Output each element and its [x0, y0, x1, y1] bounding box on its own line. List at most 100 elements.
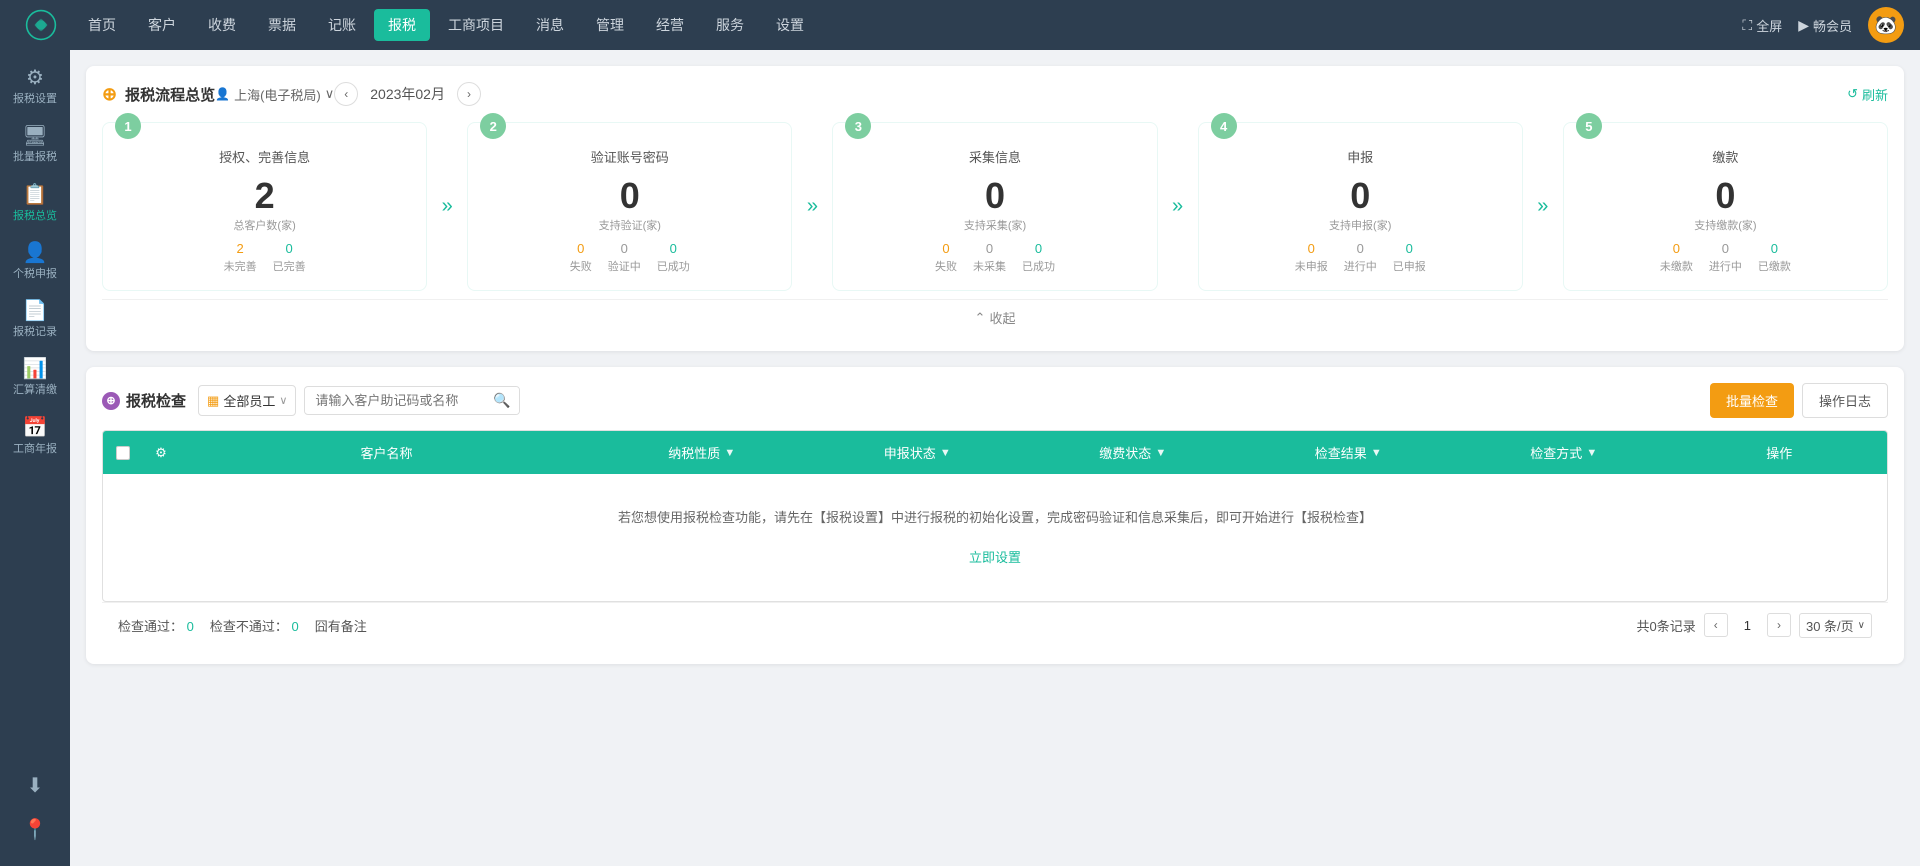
th-check-method[interactable]: 检查方式 ▼ — [1456, 431, 1672, 474]
sidebar-location[interactable]: 📍 — [0, 810, 70, 850]
refresh-btn[interactable]: ↺ 刷新 — [1847, 85, 1888, 104]
batch-check-btn[interactable]: 批量检查 — [1710, 383, 1794, 418]
th-pay-status-label: 缴费状态 — [1099, 443, 1151, 462]
play-icon: ▶ — [1798, 17, 1809, 34]
step-4-declared-label: 已申报 — [1393, 258, 1426, 274]
step-2-pending-num: 0 — [621, 241, 628, 256]
step-declare: 4 申报 0 支持申报(家) 0 未申报 0 进行中 — [1198, 122, 1523, 291]
nav-item-tax[interactable]: 报税 — [374, 9, 430, 41]
operation-log-btn[interactable]: 操作日志 — [1802, 383, 1888, 418]
fullscreen-icon: ⛶ — [1742, 17, 1752, 34]
tax-settings-icon: ⚙ — [26, 68, 44, 88]
sidebar-item-tax-settings[interactable]: ⚙ 报税设置 — [0, 58, 70, 116]
th-declare-filter-icon: ▼ — [940, 447, 951, 459]
total-records: 共0条记录 — [1637, 616, 1696, 635]
nav-item-operation[interactable]: 经营 — [642, 9, 698, 41]
nav-item-service[interactable]: 服务 — [702, 9, 758, 41]
location-tag[interactable]: 👤 上海(电子税局) ∨ — [215, 85, 334, 104]
refresh-icon: ↺ — [1847, 86, 1858, 102]
filter-group: ▦ 全部员工 ∨ 🔍 — [198, 385, 1698, 416]
tax-check-title-icon: ⊕ — [102, 392, 120, 410]
nav-item-home[interactable]: 首页 — [74, 9, 130, 41]
section-header: ⊕ 报税检查 ▦ 全部员工 ∨ 🔍 批量检查 操作日志 — [102, 383, 1888, 418]
step-5-title: 缴款 — [1580, 147, 1871, 166]
prev-month-btn[interactable]: ‹ — [334, 82, 358, 106]
step-2-number: 2 — [480, 113, 506, 139]
sidebar-item-personal-tax[interactable]: 👤 个税申报 — [0, 233, 70, 291]
step-3-pending-label: 未采集 — [973, 258, 1006, 274]
staff-filter-icon: ▦ — [207, 393, 219, 409]
th-check-method-label: 检查方式 — [1530, 443, 1582, 462]
step-collect: 3 采集信息 0 支持采集(家) 0 失败 0 未采集 — [832, 122, 1157, 291]
step-pay: 5 缴款 0 支持缴款(家) 0 未缴款 0 进行中 — [1563, 122, 1888, 291]
sidebar-item-tax-record[interactable]: 📄 报税记录 — [0, 291, 70, 349]
collapse-btn[interactable]: ⌃ 收起 — [102, 299, 1888, 335]
step-3-stats: 0 失败 0 未采集 0 已成功 — [849, 241, 1140, 274]
step-5-unpaid-num: 0 — [1673, 241, 1680, 256]
download-icon: ⬇ — [27, 776, 44, 796]
mascot-avatar[interactable]: 🐼 — [1868, 7, 1904, 43]
nav-item-accounting[interactable]: 记账 — [314, 9, 370, 41]
sidebar-label-tax-settings: 报税设置 — [13, 92, 57, 106]
step-4-pending-label: 进行中 — [1344, 258, 1377, 274]
step-2-stats: 0 失败 0 验证中 0 已成功 — [484, 241, 775, 274]
next-page-btn[interactable]: › — [1767, 613, 1791, 637]
per-page-select[interactable]: 30 条/页 ∨ — [1799, 613, 1872, 638]
th-declare-status[interactable]: 申报状态 ▼ — [810, 431, 1026, 474]
staff-filter[interactable]: ▦ 全部员工 ∨ — [198, 385, 296, 416]
check-pass-label: 检查通过： 0 — [118, 616, 194, 635]
process-title: ⊕ 报税流程总览 — [102, 84, 215, 105]
th-tax-nature-label: 纳税性质 — [668, 443, 720, 462]
nav-item-settings[interactable]: 设置 — [762, 9, 818, 41]
th-tax-nature[interactable]: 纳税性质 ▼ — [594, 431, 810, 474]
step-4-stat-pending: 0 进行中 — [1344, 241, 1377, 274]
nav-item-fee[interactable]: 收费 — [194, 9, 250, 41]
nav-item-business[interactable]: 工商项目 — [434, 9, 518, 41]
step-5-stat-pending: 0 进行中 — [1709, 241, 1742, 274]
step-authorize: 1 授权、完善信息 2 总客户数(家) 2 未完善 0 已完善 — [102, 122, 427, 291]
check-fail-label: 检查不通过： 0 — [210, 616, 299, 635]
check-fail-value[interactable]: 0 — [292, 619, 299, 634]
th-declare-status-label: 申报状态 — [884, 443, 936, 462]
check-pass-text: 检查通过： — [118, 619, 183, 634]
prev-page-btn[interactable]: ‹ — [1704, 613, 1728, 637]
th-checkbox[interactable] — [103, 434, 143, 472]
nav-item-message[interactable]: 消息 — [522, 9, 578, 41]
sidebar-download[interactable]: ⬇ — [0, 766, 70, 806]
th-result-filter-icon: ▼ — [1371, 447, 1382, 459]
th-pay-status[interactable]: 缴费状态 ▼ — [1025, 431, 1241, 474]
nav-item-invoice[interactable]: 票据 — [254, 9, 310, 41]
month-nav: ‹ 2023年02月 › — [334, 82, 481, 106]
check-pass-value[interactable]: 0 — [187, 619, 194, 634]
sidebar-item-batch-tax[interactable]: 🖥 批量报税 — [0, 116, 70, 174]
th-settings[interactable]: ⚙ — [143, 433, 179, 473]
location-icon: 📍 — [23, 820, 48, 840]
step-2-fail-label: 失败 — [570, 258, 592, 274]
fullscreen-btn[interactable]: ⛶ 全屏 — [1742, 16, 1782, 35]
th-client-name-label: 客户名称 — [360, 443, 412, 462]
search-button[interactable]: 🔍 — [485, 387, 518, 414]
step-1-number: 1 — [115, 113, 141, 139]
step-5-number: 5 — [1576, 113, 1602, 139]
next-month-btn[interactable]: › — [457, 82, 481, 106]
fullscreen-label: 全屏 — [1756, 16, 1782, 35]
member-btn[interactable]: ▶ 畅会员 — [1798, 16, 1852, 35]
staff-dropdown-icon: ∨ — [279, 394, 287, 407]
th-check-result[interactable]: 检查结果 ▼ — [1241, 431, 1457, 474]
step-1-complete-label: 已完善 — [273, 258, 306, 274]
nav-item-client[interactable]: 客户 — [134, 9, 190, 41]
th-tax-nature-filter-icon: ▼ — [724, 447, 735, 459]
step-2-pending-label: 验证中 — [608, 258, 641, 274]
sidebar-label-tax-record: 报税记录 — [13, 325, 57, 339]
setup-link[interactable]: 立即设置 — [969, 546, 1021, 569]
nav-item-management[interactable]: 管理 — [582, 9, 638, 41]
sidebar-item-tax-overview[interactable]: 📋 报税总览 — [0, 175, 70, 233]
tax-check-card: ⊕ 报税检查 ▦ 全部员工 ∨ 🔍 批量检查 操作日志 — [86, 367, 1904, 664]
member-label: 畅会员 — [1813, 16, 1852, 35]
select-all-checkbox[interactable] — [116, 446, 130, 460]
sidebar-item-annual-report[interactable]: 📅 工商年报 — [0, 408, 70, 466]
sidebar-item-settlement[interactable]: 📊 汇算清缴 — [0, 349, 70, 407]
step-5-pending-label: 进行中 — [1709, 258, 1742, 274]
process-header: ⊕ 报税流程总览 👤 上海(电子税局) ∨ ‹ 2023年02月 › ↺ 刷新 — [102, 82, 1888, 106]
search-input[interactable] — [305, 388, 485, 413]
